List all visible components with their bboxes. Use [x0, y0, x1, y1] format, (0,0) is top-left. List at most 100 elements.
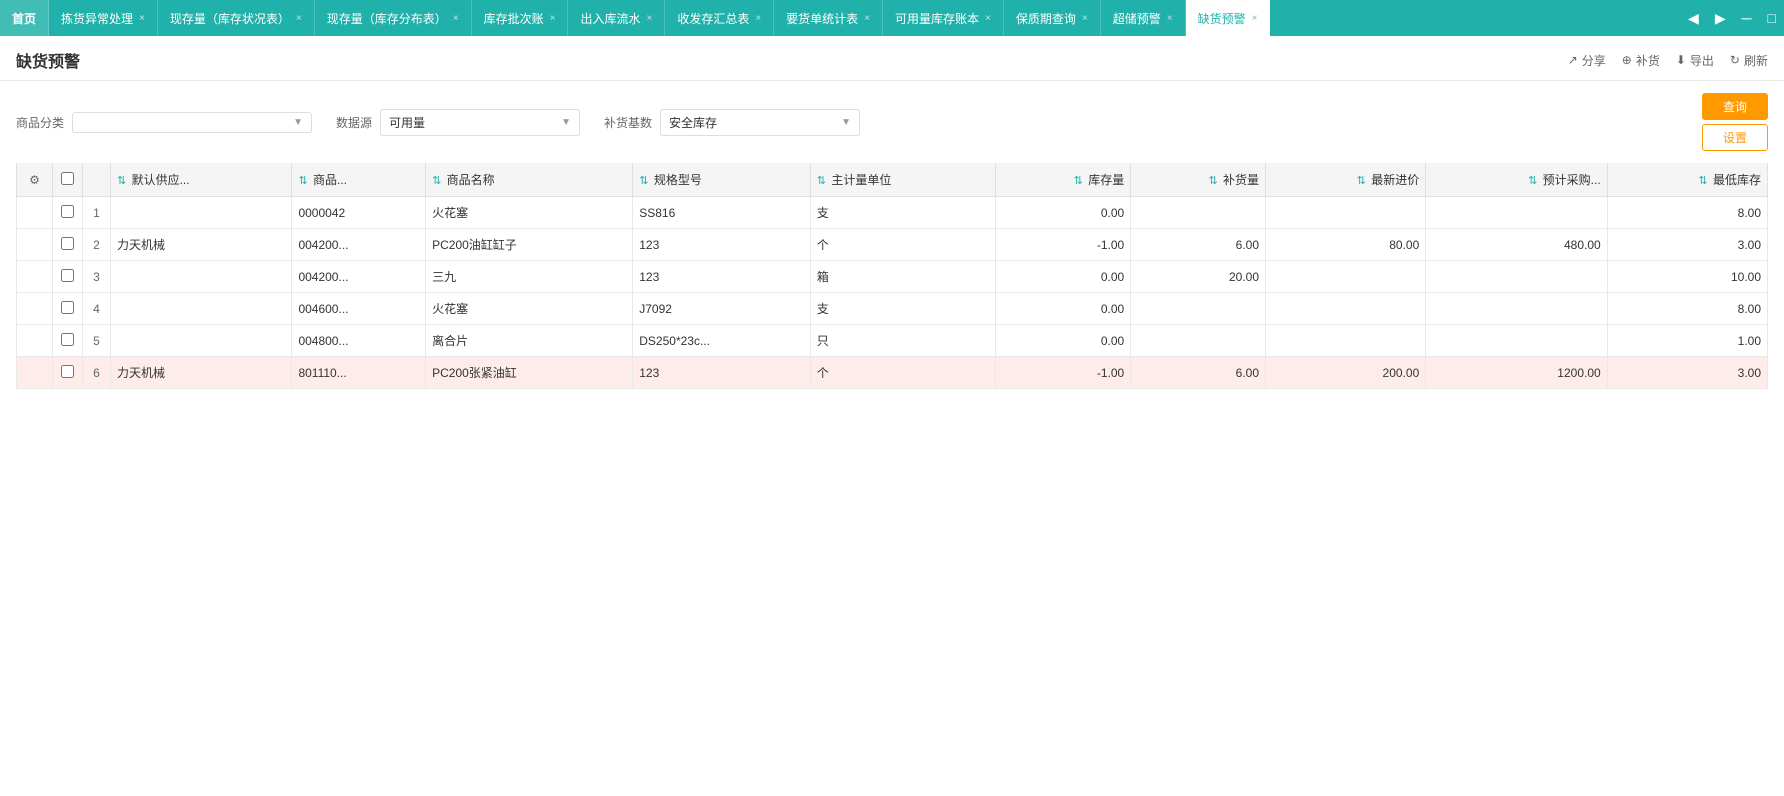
datasource-select-value: 可用量 [389, 114, 561, 131]
share-icon: ↗ [1568, 53, 1578, 67]
datasource-select[interactable]: 可用量 ▼ [380, 109, 580, 136]
row-checkbox-cell-2[interactable] [53, 261, 83, 293]
row-stock-2: 0.00 [996, 261, 1131, 293]
row-checkbox-3[interactable] [61, 301, 74, 314]
tab-prev-button[interactable]: ◀ [1680, 10, 1707, 27]
row-checkbox-5[interactable] [61, 365, 74, 378]
row-stock-0: 0.00 [996, 197, 1131, 229]
row-replenish-qty-4 [1131, 325, 1266, 357]
row-supplier-2 [111, 261, 292, 293]
tab-nav-buttons: ◀ ▶ ─ □ [1680, 10, 1784, 27]
table-settings-icon[interactable]: ⚙ [29, 173, 40, 187]
row-stock-4: 0.00 [996, 325, 1131, 357]
replenish-button[interactable]: ⊕ 补货 [1622, 52, 1660, 69]
th-supplier[interactable]: ⇅ 默认供应... [111, 163, 292, 197]
tab-home[interactable]: 首页 [0, 0, 49, 36]
row-checkbox-cell-4[interactable] [53, 325, 83, 357]
tab-inout-flow[interactable]: 出入库流水 × [568, 0, 665, 36]
close-order-stats-tab[interactable]: × [864, 13, 870, 24]
close-exception-tab[interactable]: × [139, 13, 145, 24]
close-shortage-tab[interactable]: × [1252, 13, 1258, 24]
th-stock[interactable]: ⇅ 库存量 [996, 163, 1131, 197]
row-stock-5: -1.00 [996, 357, 1131, 389]
row-unit-2: 箱 [810, 261, 996, 293]
refresh-button[interactable]: ↻ 刷新 [1730, 52, 1768, 69]
th-est-purchase[interactable]: ⇅ 预计采购... [1426, 163, 1607, 197]
close-inout-flow-tab[interactable]: × [646, 13, 652, 24]
row-checkbox-1[interactable] [61, 237, 74, 250]
export-button[interactable]: ⬇ 导出 [1676, 52, 1714, 69]
th-latest-price[interactable]: ⇅ 最新进价 [1266, 163, 1426, 197]
close-inventory-dist-tab[interactable]: × [453, 13, 459, 24]
row-est-purchase-4 [1426, 325, 1607, 357]
query-button[interactable]: 查询 [1702, 93, 1768, 120]
share-button[interactable]: ↗ 分享 [1568, 52, 1606, 69]
tab-inventory-dist[interactable]: 现存量（库存分布表） × [315, 0, 472, 36]
replenish-base-select[interactable]: 安全库存 ▼ [660, 109, 860, 136]
row-num-1: 2 [83, 229, 111, 261]
replenish-base-chevron-down-icon: ▼ [841, 117, 851, 128]
replenish-icon: ⊕ [1622, 53, 1632, 67]
export-icon: ⬇ [1676, 53, 1686, 67]
row-goods-name-4: 离合片 [426, 325, 633, 357]
select-all-checkbox[interactable] [61, 172, 74, 185]
tab-order-stats[interactable]: 要货单统计表 × [774, 0, 883, 36]
th-min-stock[interactable]: ⇅ 最低库存 [1607, 163, 1767, 197]
close-batch-account-tab[interactable]: × [550, 13, 556, 24]
th-settings[interactable]: ⚙ [17, 163, 53, 197]
close-inventory-status-tab[interactable]: × [296, 13, 302, 24]
row-min-stock-3: 8.00 [1607, 293, 1767, 325]
row-checkbox-cell-0[interactable] [53, 197, 83, 229]
th-num [83, 163, 111, 197]
tab-batch-account[interactable]: 库存批次账 × [472, 0, 569, 36]
sort-latest-price-icon: ⇅ [1357, 175, 1366, 187]
row-checkbox-4[interactable] [61, 333, 74, 346]
row-num-2: 3 [83, 261, 111, 293]
close-overstock-tab[interactable]: × [1167, 13, 1173, 24]
row-settings-1 [17, 229, 53, 261]
row-est-purchase-3 [1426, 293, 1607, 325]
tab-maximize-button[interactable]: □ [1760, 10, 1784, 26]
row-spec-2: 123 [633, 261, 811, 293]
row-unit-4: 只 [810, 325, 996, 357]
sort-spec-icon: ⇅ [639, 175, 648, 187]
tab-minimize-button[interactable]: ─ [1734, 10, 1760, 26]
row-goods-code-4: 004800... [292, 325, 426, 357]
th-unit[interactable]: ⇅ 主计量单位 [810, 163, 996, 197]
page-title: 缺货预警 [16, 48, 80, 72]
close-available-ledger-tab[interactable]: × [985, 13, 991, 24]
tab-available-ledger[interactable]: 可用量库存账本 × [883, 0, 1004, 36]
category-select[interactable]: ▼ [72, 112, 312, 133]
row-settings-2 [17, 261, 53, 293]
th-goods-name[interactable]: ⇅ 商品名称 [426, 163, 633, 197]
tab-expiry-query[interactable]: 保质期查询 × [1004, 0, 1101, 36]
close-expiry-query-tab[interactable]: × [1082, 13, 1088, 24]
datasource-label: 数据源 [336, 114, 372, 131]
tab-overstock[interactable]: 超储预警 × [1101, 0, 1186, 36]
tab-inventory-status[interactable]: 现存量（库存状况表） × [158, 0, 315, 36]
row-goods-code-5: 801110... [292, 357, 426, 389]
tab-exception[interactable]: 拣货异常处理 × [49, 0, 158, 36]
tab-receipt-summary[interactable]: 收发存汇总表 × [665, 0, 774, 36]
tab-next-button[interactable]: ▶ [1707, 10, 1734, 27]
table-header-row: ⚙ ⇅ 默认供应... ⇅ 商品... ⇅ [17, 163, 1768, 197]
row-supplier-3 [111, 293, 292, 325]
th-replenish-qty[interactable]: ⇅ 补货量 [1131, 163, 1266, 197]
th-checkbox[interactable] [53, 163, 83, 197]
row-checkbox-0[interactable] [61, 205, 74, 218]
row-checkbox-cell-5[interactable] [53, 357, 83, 389]
row-est-purchase-1: 480.00 [1426, 229, 1607, 261]
th-spec[interactable]: ⇅ 规格型号 [633, 163, 811, 197]
table-row: 6 力天机械 801110... PC200张紧油缸 123 个 -1.00 6… [17, 357, 1768, 389]
tab-shortage[interactable]: 缺货预警 × [1186, 0, 1271, 36]
row-checkbox-cell-1[interactable] [53, 229, 83, 261]
close-receipt-summary-tab[interactable]: × [755, 13, 761, 24]
settings-button[interactable]: 设置 [1702, 124, 1768, 151]
refresh-icon: ↻ [1730, 53, 1740, 67]
row-min-stock-4: 1.00 [1607, 325, 1767, 357]
row-checkbox-cell-3[interactable] [53, 293, 83, 325]
th-goods-code[interactable]: ⇅ 商品... [292, 163, 426, 197]
row-checkbox-2[interactable] [61, 269, 74, 282]
row-spec-1: 123 [633, 229, 811, 261]
row-replenish-qty-1: 6.00 [1131, 229, 1266, 261]
